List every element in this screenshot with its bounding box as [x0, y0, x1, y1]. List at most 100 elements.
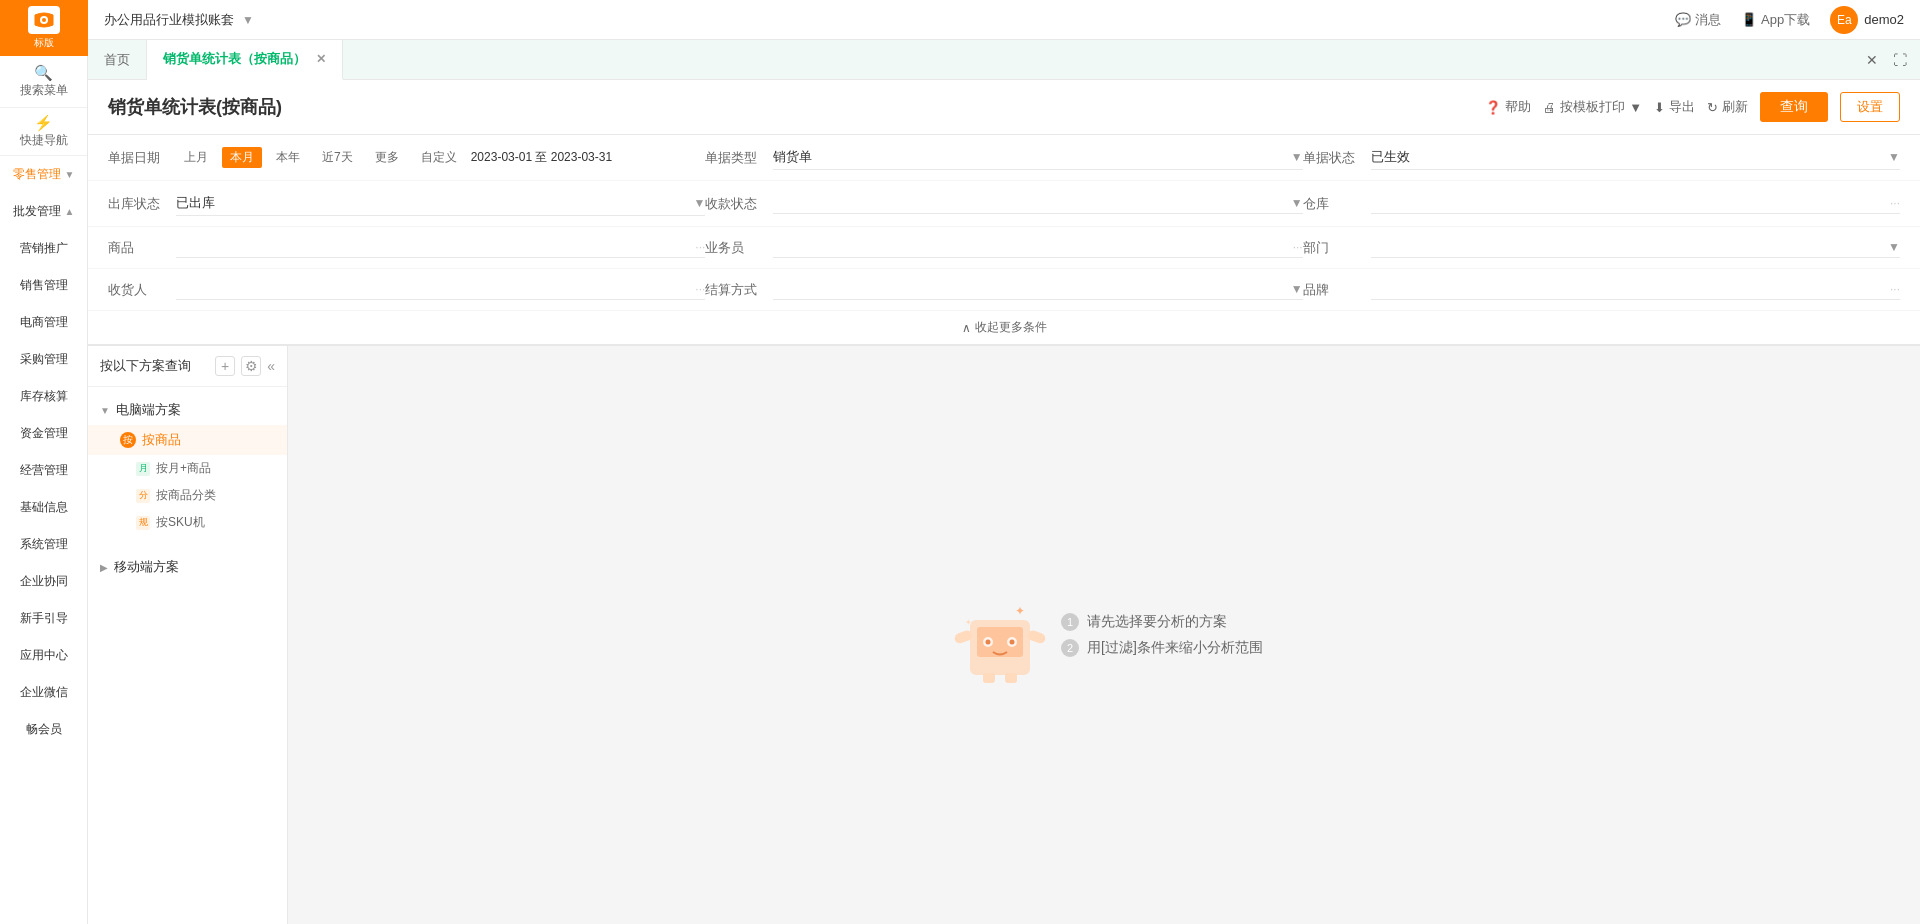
- message-button[interactable]: 💬 消息: [1675, 11, 1721, 29]
- collapse-filters-button[interactable]: ∧ 收起更多条件: [88, 311, 1920, 345]
- query-button[interactable]: 查询: [1760, 92, 1828, 122]
- brand-value[interactable]: ···: [1371, 279, 1900, 300]
- industry-dropdown[interactable]: ▼: [242, 13, 254, 27]
- sidebar-item-inventory[interactable]: 库存核算: [0, 378, 87, 415]
- sidebar-item-marketing[interactable]: 营销推广: [0, 230, 87, 267]
- goods-category-icon: 分: [136, 489, 150, 503]
- sidebar-item-ecommerce[interactable]: 电商管理: [0, 304, 87, 341]
- filter-doc-type: 单据类型 销货单 ▼: [705, 145, 1302, 170]
- tab-sales-stats[interactable]: 销货单统计表（按商品） ✕: [147, 40, 343, 80]
- tree-sub-month-goods[interactable]: 月 按月+商品: [88, 455, 287, 482]
- month-goods-label: 按月+商品: [156, 460, 211, 477]
- sidebar-quicknav[interactable]: ⚡ 快捷导航: [0, 108, 87, 156]
- filter-row-3: 商品 ··· 业务员 ··· 部门: [88, 227, 1920, 269]
- tree-mobile-header[interactable]: ▶ 移动端方案: [88, 552, 287, 582]
- tree-desktop-section: ▼ 电脑端方案 按 按商品 月 按月+商品 分 按商: [88, 387, 287, 544]
- date-prev-month[interactable]: 上月: [176, 147, 216, 168]
- department-label: 部门: [1303, 239, 1363, 257]
- message-icon: 💬: [1675, 12, 1691, 27]
- tab-close-all-button[interactable]: ✕: [1860, 48, 1884, 72]
- tab-close-icon[interactable]: ✕: [316, 52, 326, 66]
- date-this-year[interactable]: 本年: [268, 147, 308, 168]
- filter-row-4: 收货人 ··· 结算方式 ▼ 品牌: [88, 269, 1920, 311]
- by-sku-label: 按SKU机: [156, 514, 205, 531]
- goods-value[interactable]: ···: [176, 237, 705, 258]
- right-content: ✦ ✦ 1 请先选择要分析的方案 2 用[过滤]条件来缩小分析范围: [288, 346, 1920, 924]
- tree-desktop-header[interactable]: ▼ 电脑端方案: [88, 395, 287, 425]
- app-icon: 📱: [1741, 12, 1757, 27]
- add-scheme-button[interactable]: +: [215, 356, 235, 376]
- svg-point-7: [1010, 640, 1015, 645]
- sidebar-item-operation[interactable]: 经营管理: [0, 452, 87, 489]
- sidebar-item-retail[interactable]: 零售管理 ▼: [0, 156, 87, 193]
- goods-label: 商品: [108, 239, 168, 257]
- warehouse-value[interactable]: ···: [1371, 193, 1900, 214]
- sidebar-item-enterprise[interactable]: 企业协同: [0, 563, 87, 600]
- logo-text: 标版: [34, 36, 54, 50]
- warehouse-status-value[interactable]: 已出库 ▼: [176, 191, 705, 216]
- filter-panel: 单据日期 上月 本月 本年 近7天 更多 自定义 2023-03-01 至 20…: [88, 135, 1920, 346]
- tab-expand-button[interactable]: ⛶: [1888, 48, 1912, 72]
- sidebar-search[interactable]: 🔍 搜索菜单: [0, 56, 87, 108]
- export-button[interactable]: ⬇ 导出: [1654, 98, 1695, 116]
- date-more[interactable]: 更多: [367, 147, 407, 168]
- payment-status-label: 收款状态: [705, 195, 765, 213]
- tree-sub-goods-category[interactable]: 分 按商品分类: [88, 482, 287, 509]
- app-download-button[interactable]: 📱 App下载: [1741, 11, 1810, 29]
- tab-home[interactable]: 首页: [88, 40, 147, 80]
- filter-department: 部门 ▼: [1303, 237, 1900, 258]
- consignee-value[interactable]: ···: [176, 279, 705, 300]
- print-dropdown-icon: ▼: [1629, 100, 1642, 115]
- left-panel: 按以下方案查询 + ⚙ « ▼ 电脑端方案 按: [88, 346, 288, 924]
- tree-item-by-goods[interactable]: 按 按商品: [88, 425, 287, 455]
- payment-status-dropdown-icon: ▼: [1291, 196, 1303, 210]
- empty-tip-1: 1 请先选择要分析的方案: [1061, 613, 1263, 631]
- date-custom[interactable]: 自定义: [413, 147, 465, 168]
- salesperson-label: 业务员: [705, 239, 765, 257]
- tree-mobile-section: ▶ 移动端方案: [88, 544, 287, 590]
- sidebar-item-newguide[interactable]: 新手引导: [0, 600, 87, 637]
- sidebar-item-wechat[interactable]: 企业微信: [0, 674, 87, 711]
- brand-more-icon: ···: [1890, 282, 1900, 296]
- svg-rect-8: [983, 673, 995, 683]
- sidebar-item-member[interactable]: 畅会员: [0, 711, 87, 748]
- department-value[interactable]: ▼: [1371, 237, 1900, 258]
- sidebar-item-purchase[interactable]: 采购管理: [0, 341, 87, 378]
- payment-method-value[interactable]: ▼: [773, 279, 1302, 300]
- empty-tip-2: 2 用[过滤]条件来缩小分析范围: [1061, 639, 1263, 657]
- by-sku-icon: 规: [136, 516, 150, 530]
- settings-button[interactable]: 设置: [1840, 92, 1900, 122]
- filter-consignee: 收货人 ···: [108, 279, 705, 300]
- page-title: 销货单统计表(按商品): [108, 95, 282, 131]
- sidebar-item-sales[interactable]: 销售管理: [0, 267, 87, 304]
- sidebar-item-apps[interactable]: 应用中心: [0, 637, 87, 674]
- sidebar-item-basic[interactable]: 基础信息: [0, 489, 87, 526]
- doc-status-value[interactable]: 已生效 ▼: [1371, 145, 1900, 170]
- tip2-text: 用[过滤]条件来缩小分析范围: [1087, 639, 1263, 657]
- doc-type-value[interactable]: 销货单 ▼: [773, 145, 1302, 170]
- payment-status-value[interactable]: ▼: [773, 193, 1302, 214]
- salesperson-value[interactable]: ···: [773, 237, 1302, 258]
- topbar-left: 办公用品行业模拟账套 ▼: [104, 11, 254, 29]
- sidebar-item-finance[interactable]: 资金管理: [0, 415, 87, 452]
- help-button[interactable]: ❓ 帮助: [1485, 98, 1531, 116]
- sidebar-item-system[interactable]: 系统管理: [0, 526, 87, 563]
- tabbar: 首页 销货单统计表（按商品） ✕ ✕ ⛶: [88, 40, 1920, 80]
- date-7days[interactable]: 近7天: [314, 147, 361, 168]
- print-button[interactable]: 🖨 按模板打印 ▼: [1543, 98, 1642, 116]
- user-menu[interactable]: Ea demo2: [1830, 6, 1904, 34]
- refresh-button[interactable]: ↻ 刷新: [1707, 98, 1748, 116]
- scheme-settings-button[interactable]: ⚙: [241, 356, 261, 376]
- svg-text:✦: ✦: [965, 618, 972, 627]
- filter-row-2: 出库状态 已出库 ▼ 收款状态 ▼ 仓库: [88, 181, 1920, 227]
- empty-illustration: ✦ ✦: [945, 585, 1045, 685]
- industry-title: 办公用品行业模拟账套: [104, 11, 234, 29]
- collapse-panel-button[interactable]: «: [267, 358, 275, 374]
- content-actions: ❓ 帮助 🖨 按模板打印 ▼ ⬇ 导出 ↻ 刷新 查询 设置: [1485, 92, 1900, 134]
- logo-icon: [28, 6, 60, 34]
- content: 销货单统计表(按商品) ❓ 帮助 🖨 按模板打印 ▼ ⬇ 导出 ↻ 刷新: [88, 80, 1920, 924]
- date-this-month[interactable]: 本月: [222, 147, 262, 168]
- sidebar-item-wholesale[interactable]: 批发管理 ▲: [0, 193, 87, 230]
- tree-sub-by-sku[interactable]: 规 按SKU机: [88, 509, 287, 536]
- avatar: Ea: [1830, 6, 1858, 34]
